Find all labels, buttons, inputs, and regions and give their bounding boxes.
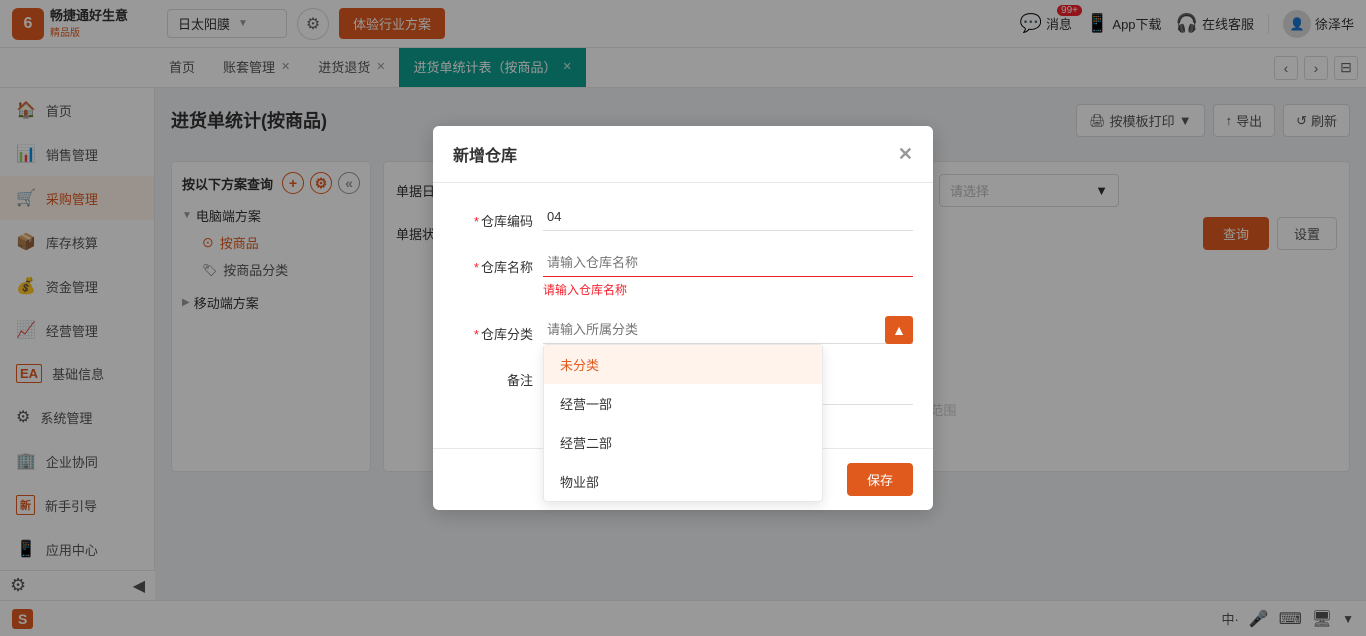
modal-title: 新增仓库 <box>453 142 517 166</box>
category-input-wrap: ▲ 未分类 经营一部 经营二部 物业部 <box>543 316 913 344</box>
form-row-name: 仓库名称 请输入仓库名称 <box>453 249 913 298</box>
modal-overlay[interactable]: 新增仓库 ✕ 仓库编码 仓库名称 请输入仓库名称 仓库分类 <box>0 0 1366 636</box>
form-row-code: 仓库编码 <box>453 203 913 231</box>
modal-header: 新增仓库 ✕ <box>433 126 933 183</box>
name-label: 仓库名称 <box>453 249 543 276</box>
category-option-dept2[interactable]: 经营二部 <box>544 423 822 462</box>
category-label: 仓库分类 <box>453 316 543 343</box>
category-option-none[interactable]: 未分类 <box>544 345 822 384</box>
save-button[interactable]: 保存 <box>847 463 913 496</box>
code-input[interactable] <box>543 203 913 231</box>
category-dropdown: 未分类 经营一部 经营二部 物业部 <box>543 344 823 502</box>
modal-close-button[interactable]: ✕ <box>898 144 913 165</box>
note-label: 备注 <box>453 362 543 389</box>
category-option-dept1[interactable]: 经营一部 <box>544 384 822 423</box>
code-input-wrap <box>543 203 913 231</box>
name-input-wrap: 请输入仓库名称 <box>543 249 913 298</box>
code-label: 仓库编码 <box>453 203 543 230</box>
modal-body: 仓库编码 仓库名称 请输入仓库名称 仓库分类 ▲ <box>433 183 933 448</box>
name-error-msg: 请输入仓库名称 <box>543 281 913 298</box>
category-toggle-button[interactable]: ▲ <box>885 316 913 344</box>
category-input[interactable] <box>543 316 913 344</box>
form-row-category: 仓库分类 ▲ 未分类 经营一部 经营二部 物业部 <box>453 316 913 344</box>
new-warehouse-modal: 新增仓库 ✕ 仓库编码 仓库名称 请输入仓库名称 仓库分类 <box>433 126 933 510</box>
name-input[interactable] <box>543 249 913 277</box>
category-option-property[interactable]: 物业部 <box>544 462 822 501</box>
